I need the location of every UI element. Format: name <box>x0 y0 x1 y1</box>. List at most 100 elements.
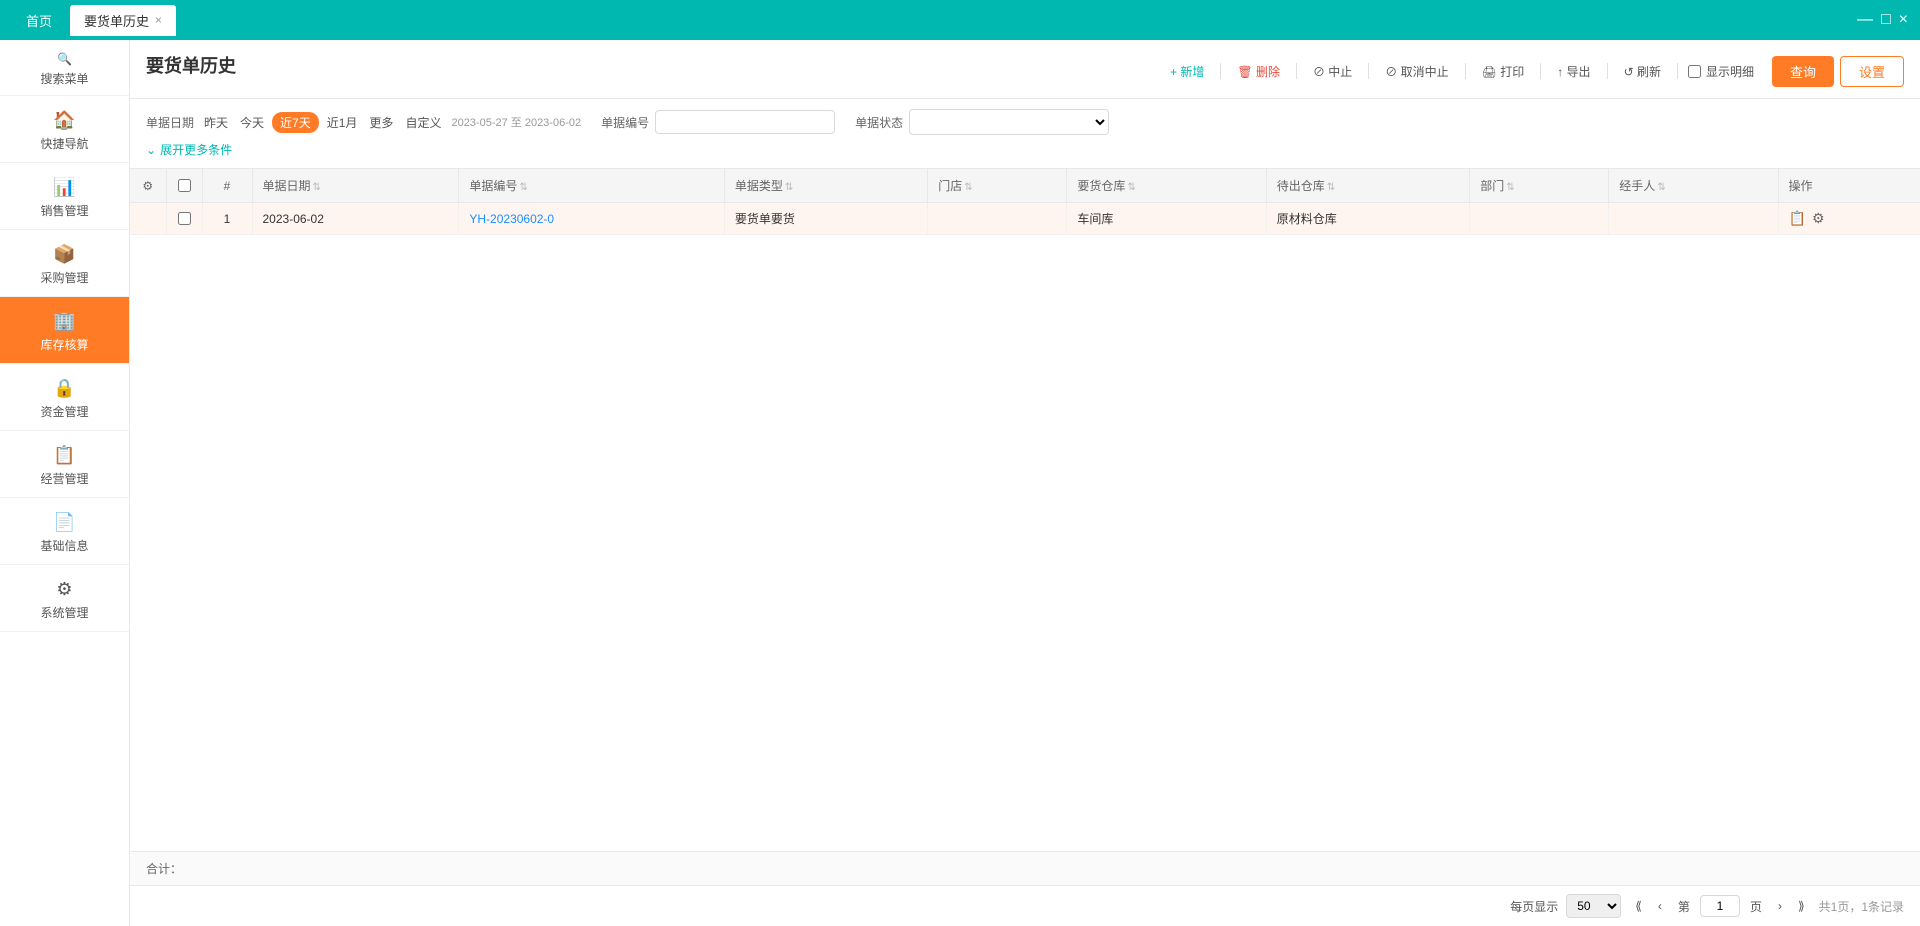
data-table: ⚙ # 单据日期⇅ 单据编号⇅ 单据类型⇅ 门店⇅ 要货仓库⇅ 待出仓库⇅ <box>130 169 1920 235</box>
col-store[interactable]: 门店⇅ <box>928 169 1067 203</box>
tab-home[interactable]: 首页 <box>12 5 66 36</box>
search-menu-icon: 🔍 <box>57 52 72 66</box>
display-detail-label: 显示明细 <box>1706 63 1754 80</box>
row-department <box>1470 203 1609 235</box>
expand-more-btn[interactable]: ⌄ 展开更多条件 <box>146 141 1904 158</box>
pagination-bar: 每页显示 10 20 50 100 ⟪ ‹ 第 页 › ⟫ 共1页，1条记录 <box>130 885 1920 926</box>
delete-button[interactable]: 🗑 删除 <box>1231 59 1286 84</box>
status-filter-group: 单据状态 <box>855 109 1109 135</box>
col-handler[interactable]: 经手人⇅ <box>1609 169 1778 203</box>
quick-nav-icon: 🏠 <box>53 110 75 131</box>
row-delete-icon[interactable]: ⚙ <box>1812 210 1825 227</box>
toolbar: + 新增 🗑 删除 ⊘ 中止 ⊘ 取消中止 🖨 打印 ↑ 导出 ↺ 刷新 显示明… <box>1164 56 1904 95</box>
sidebar-item-finance[interactable]: 🔒 资金管理 <box>0 364 129 431</box>
per-page-select[interactable]: 10 20 50 100 <box>1566 894 1621 918</box>
maximize-icon[interactable]: □ <box>1881 11 1891 29</box>
system-icon: ⚙ <box>56 579 72 600</box>
refresh-button[interactable]: ↺ 刷新 <box>1618 59 1667 84</box>
expand-more-label: 展开更多条件 <box>160 141 232 158</box>
col-req-warehouse[interactable]: 要货仓库⇅ <box>1067 169 1266 203</box>
row-checkbox[interactable] <box>178 212 191 225</box>
display-detail-checkbox[interactable] <box>1688 65 1701 78</box>
sidebar-item-sales[interactable]: 📊 销售管理 <box>0 163 129 230</box>
sidebar-item-search-menu[interactable]: 🔍 搜索菜单 <box>0 40 129 96</box>
divider-7 <box>1677 63 1678 79</box>
sidebar-item-basic-info[interactable]: 📄 基础信息 <box>0 498 129 565</box>
first-page-btn[interactable]: ⟪ <box>1629 897 1648 915</box>
doc-no-input[interactable] <box>655 110 835 134</box>
sidebar: 🔍 搜索菜单 🏠 快捷导航 📊 销售管理 📦 采购管理 🏢 库存核算 🔒 资金管… <box>0 40 130 926</box>
status-label: 单据状态 <box>855 114 903 131</box>
page-unit: 页 <box>1744 896 1768 917</box>
date-option-more[interactable]: 更多 <box>365 112 397 133</box>
top-bar: 首页 要货单历史 × — □ × <box>0 0 1920 40</box>
cancel-stop-button[interactable]: ⊘ 取消中止 <box>1379 59 1454 84</box>
minimize-icon[interactable]: — <box>1857 11 1873 29</box>
divider-4 <box>1465 63 1466 79</box>
date-filter-group: 单据日期 昨天 今天 近7天 近1月 更多 自定义 2023-05-27 至 2… <box>146 112 581 133</box>
row-handler <box>1609 203 1778 235</box>
page-title: 要货单历史 <box>146 52 236 90</box>
col-doc-type[interactable]: 单据类型⇅ <box>724 169 927 203</box>
col-settings[interactable]: ⚙ <box>130 169 166 203</box>
print-button[interactable]: 🖨 打印 <box>1476 59 1531 84</box>
date-filter-label: 单据日期 <box>146 114 194 131</box>
sidebar-item-operations[interactable]: 📋 经营管理 <box>0 431 129 498</box>
stop-button[interactable]: ⊘ 中止 <box>1307 59 1358 84</box>
divider-5 <box>1540 63 1541 79</box>
page-number-input[interactable] <box>1700 895 1740 917</box>
doc-no-link[interactable]: YH-20230602-0 <box>469 212 554 226</box>
sidebar-item-label-finance: 资金管理 <box>40 403 88 420</box>
row-date: 2023-06-02 <box>252 203 459 235</box>
sidebar-item-label-search: 搜索菜单 <box>40 70 88 87</box>
date-option-1month[interactable]: 近1月 <box>323 112 362 133</box>
prev-page-btn[interactable]: ‹ <box>1652 897 1668 915</box>
select-all-checkbox[interactable] <box>178 179 191 192</box>
new-button[interactable]: + 新增 <box>1164 59 1210 84</box>
per-page-label: 每页显示 <box>1510 898 1558 915</box>
col-doc-no[interactable]: 单据编号⇅ <box>459 169 724 203</box>
divider-2 <box>1296 63 1297 79</box>
sidebar-item-system[interactable]: ⚙ 系统管理 <box>0 565 129 632</box>
row-pending-warehouse: 原材料仓库 <box>1266 203 1469 235</box>
col-pending-warehouse[interactable]: 待出仓库⇅ <box>1266 169 1469 203</box>
date-option-7days[interactable]: 近7天 <box>272 112 319 133</box>
query-button[interactable]: 查询 <box>1772 56 1834 87</box>
col-date[interactable]: 单据日期⇅ <box>252 169 459 203</box>
sidebar-item-quick-nav[interactable]: 🏠 快捷导航 <box>0 96 129 163</box>
sidebar-item-purchase[interactable]: 📦 采购管理 <box>0 230 129 297</box>
window-controls: — □ × <box>1857 11 1908 29</box>
last-page-btn[interactable]: ⟫ <box>1792 897 1811 915</box>
tab-active-label: 要货单历史 <box>84 11 149 30</box>
row-actions: 📋 ⚙ <box>1778 203 1920 235</box>
table-header-row: ⚙ # 单据日期⇅ 单据编号⇅ 单据类型⇅ 门店⇅ 要货仓库⇅ 待出仓库⇅ <box>130 169 1920 203</box>
col-num: # <box>202 169 252 203</box>
date-option-custom[interactable]: 自定义 <box>401 112 445 133</box>
content-area: 要货单历史 + 新增 🗑 删除 ⊘ 中止 ⊘ 取消中止 🖨 打印 ↑ 导出 ↺ … <box>130 40 1920 926</box>
col-checkbox <box>166 169 202 203</box>
sidebar-item-label-inventory: 库存核算 <box>40 336 88 353</box>
sidebar-item-inventory[interactable]: 🏢 库存核算 <box>0 297 129 364</box>
doc-no-label: 单据编号 <box>601 114 649 131</box>
display-detail-toggle[interactable]: 显示明细 <box>1688 63 1754 80</box>
settings-button[interactable]: 设置 <box>1840 56 1904 87</box>
tab-active[interactable]: 要货单历史 × <box>70 5 176 36</box>
tab-close-icon[interactable]: × <box>155 13 162 27</box>
col-department[interactable]: 部门⇅ <box>1470 169 1609 203</box>
table-row: 1 2023-06-02 YH-20230602-0 要货单要货 车间库 原材料… <box>130 203 1920 235</box>
date-option-today[interactable]: 今天 <box>236 112 268 133</box>
next-page-btn[interactable]: › <box>1772 897 1788 915</box>
page-label: 第 <box>1672 896 1696 917</box>
divider-6 <box>1607 63 1608 79</box>
date-range-display: 2023-05-27 至 2023-06-02 <box>451 114 581 130</box>
main-layout: 🔍 搜索菜单 🏠 快捷导航 📊 销售管理 📦 采购管理 🏢 库存核算 🔒 资金管… <box>0 40 1920 926</box>
purchase-icon: 📦 <box>53 244 75 265</box>
export-button[interactable]: ↑ 导出 <box>1551 59 1596 84</box>
status-select[interactable] <box>909 109 1109 135</box>
divider-3 <box>1368 63 1369 79</box>
date-option-yesterday[interactable]: 昨天 <box>200 112 232 133</box>
row-edit-icon[interactable]: 📋 <box>1789 210 1806 227</box>
filter-area: 单据日期 昨天 今天 近7天 近1月 更多 自定义 2023-05-27 至 2… <box>130 99 1920 169</box>
close-window-icon[interactable]: × <box>1899 11 1908 29</box>
sidebar-item-label-system: 系统管理 <box>40 604 88 621</box>
